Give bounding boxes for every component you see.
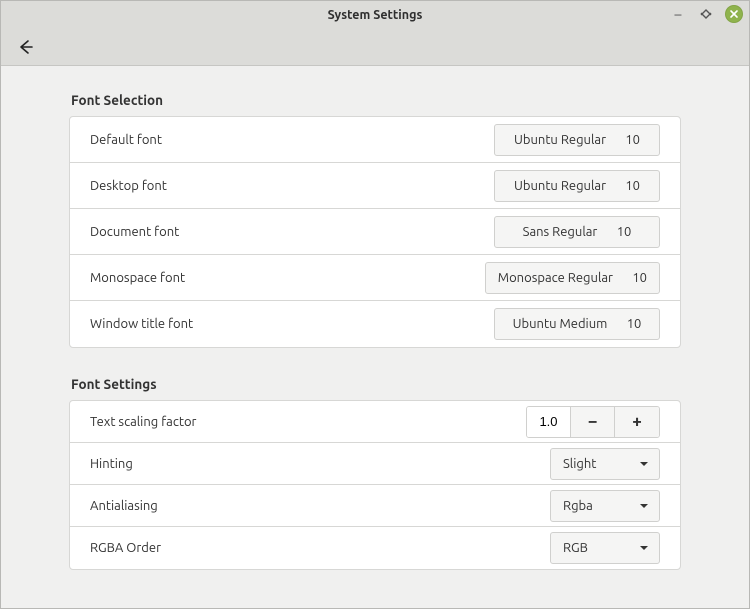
- window-controls: –: [669, 5, 743, 23]
- font-size-value: 10: [629, 271, 647, 285]
- row-rgba-order: RGBA Order RGB: [70, 527, 680, 569]
- font-size-value: 10: [623, 317, 641, 331]
- row-hinting: Hinting Slight: [70, 443, 680, 485]
- font-family-value: Ubuntu Regular: [514, 179, 606, 193]
- stepper-minus[interactable]: −: [571, 407, 615, 437]
- row-antialiasing: Antialiasing Rgba: [70, 485, 680, 527]
- font-family-value: Sans Regular: [523, 225, 598, 239]
- select-value: Slight: [563, 457, 596, 471]
- back-button[interactable]: [15, 36, 37, 58]
- stepper-plus[interactable]: +: [615, 407, 659, 437]
- text-scaling-stepper: − +: [526, 406, 660, 438]
- label-hinting: Hinting: [90, 457, 133, 471]
- font-family-value: Monospace Regular: [498, 271, 613, 285]
- chevron-down-icon: [639, 501, 649, 511]
- window-title: System Settings: [1, 8, 749, 22]
- font-size-value: 10: [622, 133, 640, 147]
- system-settings-window: System Settings – Font Selection Default…: [0, 0, 750, 609]
- chevron-down-icon: [639, 459, 649, 469]
- close-button[interactable]: [725, 5, 743, 23]
- font-family-value: Ubuntu Regular: [514, 133, 606, 147]
- section-title-font-settings: Font Settings: [71, 376, 681, 392]
- font-settings-group: Text scaling factor − + Hinting Slight A…: [69, 400, 681, 570]
- select-hinting[interactable]: Slight: [550, 448, 660, 480]
- font-selection-group: Default font Ubuntu Regular 10 Desktop f…: [69, 116, 681, 348]
- select-antialiasing[interactable]: Rgba: [550, 490, 660, 522]
- label-title-font: Window title font: [90, 317, 193, 331]
- label-document-font: Document font: [90, 225, 179, 239]
- font-size-value: 10: [613, 225, 631, 239]
- section-title-font-selection: Font Selection: [71, 92, 681, 108]
- select-title-font[interactable]: Ubuntu Medium 10: [494, 308, 660, 340]
- row-title-font: Window title font Ubuntu Medium 10: [70, 301, 680, 347]
- maximize-button[interactable]: [697, 5, 715, 23]
- toolbar: [1, 28, 749, 66]
- label-rgba-order: RGBA Order: [90, 541, 161, 555]
- select-desktop-font[interactable]: Ubuntu Regular 10: [494, 170, 660, 202]
- select-monospace-font[interactable]: Monospace Regular 10: [485, 262, 660, 294]
- text-scaling-value[interactable]: [527, 407, 571, 437]
- row-default-font: Default font Ubuntu Regular 10: [70, 117, 680, 163]
- row-monospace-font: Monospace font Monospace Regular 10: [70, 255, 680, 301]
- font-family-value: Ubuntu Medium: [513, 317, 608, 331]
- chevron-down-icon: [639, 543, 649, 553]
- select-rgba-order[interactable]: RGB: [550, 532, 660, 564]
- select-document-font[interactable]: Sans Regular 10: [494, 216, 660, 248]
- row-text-scaling: Text scaling factor − +: [70, 401, 680, 443]
- row-desktop-font: Desktop font Ubuntu Regular 10: [70, 163, 680, 209]
- select-value: RGB: [563, 541, 588, 555]
- font-size-value: 10: [622, 179, 640, 193]
- minimize-button[interactable]: –: [669, 5, 687, 23]
- row-document-font: Document font Sans Regular 10: [70, 209, 680, 255]
- label-desktop-font: Desktop font: [90, 179, 167, 193]
- label-monospace-font: Monospace font: [90, 271, 185, 285]
- titlebar: System Settings –: [1, 1, 749, 28]
- select-default-font[interactable]: Ubuntu Regular 10: [494, 124, 660, 156]
- label-antialiasing: Antialiasing: [90, 499, 158, 513]
- content-area: Font Selection Default font Ubuntu Regul…: [1, 66, 749, 608]
- select-value: Rgba: [563, 499, 593, 513]
- label-text-scaling: Text scaling factor: [90, 415, 196, 429]
- label-default-font: Default font: [90, 133, 162, 147]
